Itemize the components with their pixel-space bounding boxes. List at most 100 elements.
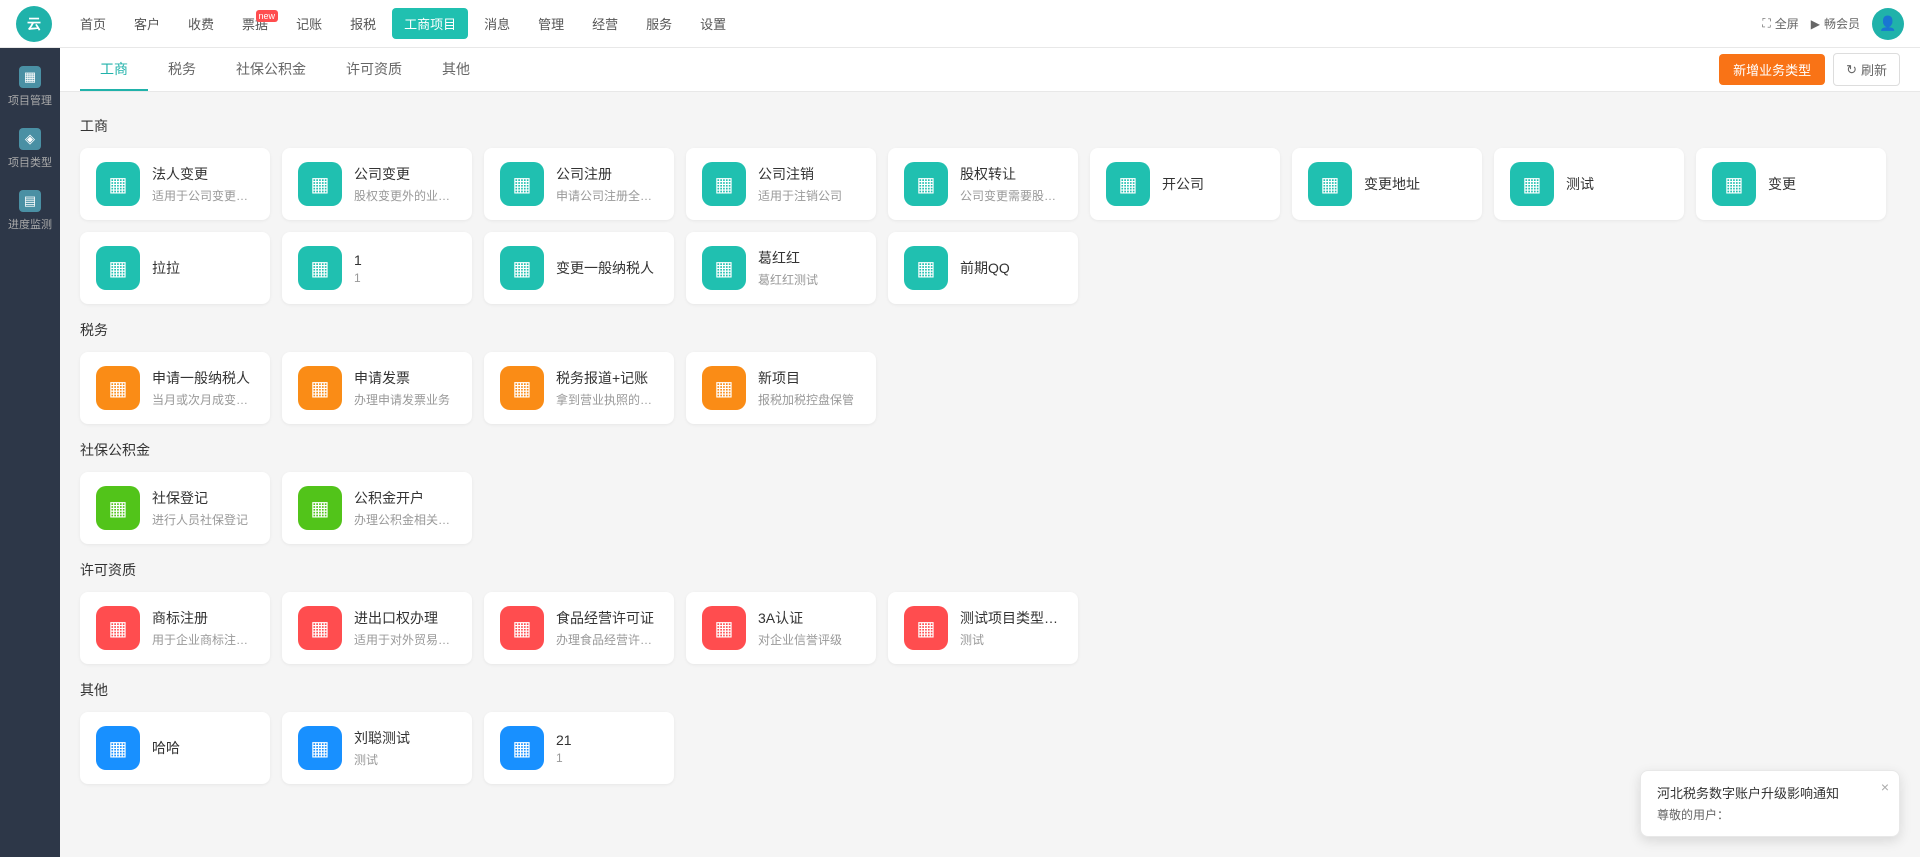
sidebar-label: 进度监测 (8, 216, 52, 232)
card-股权转让[interactable]: ▦股权转让公司变更需要股权转让 (888, 148, 1078, 220)
card-icon: ▦ (1712, 162, 1756, 206)
nav-item-经营[interactable]: 经营 (580, 8, 630, 39)
nav-item-报税[interactable]: 报税 (338, 8, 388, 39)
card-name: 变更一般纳税人 (556, 258, 658, 278)
card-葛红红[interactable]: ▦ 葛红红葛红红测试 (686, 232, 876, 304)
card-公司变更[interactable]: ▦公司变更股权变更外的业务变更 (282, 148, 472, 220)
sidebar-item-项目管理[interactable]: ▦项目管理 (0, 56, 60, 118)
card-icon: ▦ (500, 726, 544, 770)
card-desc: 对企业信誉评级 (758, 631, 860, 648)
member-btn[interactable]: ▶ 畅会员 (1811, 15, 1860, 32)
card-icon: ▦ (702, 246, 746, 290)
card-name: 测试 (1566, 174, 1668, 194)
nav-item-客户[interactable]: 客户 (122, 8, 172, 39)
tab-bar: 工商税务社保公积金许可资质其他 新增业务类型 ↻ 刷新 (60, 48, 1920, 92)
card-name: 食品经营许可证 (556, 608, 658, 628)
sidebar-label: 项目类型 (8, 154, 52, 170)
card-text: 股权转让公司变更需要股权转让 (960, 164, 1062, 204)
card-公积金开户[interactable]: ▦公积金开户办理公积金相关业务 (282, 472, 472, 544)
card-desc: 葛红红测试 (758, 271, 860, 288)
card-哈哈[interactable]: ▦哈哈 (80, 712, 270, 784)
card-申请一般纳税人[interactable]: ▦申请一般纳税人当月或次月成变更完成 (80, 352, 270, 424)
nav-badge: new (256, 10, 279, 22)
card-name: 公司注销 (758, 164, 860, 184)
card-变更一般纳税人[interactable]: ▦变更一般纳税人 (484, 232, 674, 304)
card-text: 3A认证对企业信誉评级 (758, 608, 860, 648)
tab-其他[interactable]: 其他 (422, 49, 490, 91)
card-商标注册[interactable]: ▦商标注册用于企业商标注册服务 (80, 592, 270, 664)
card-公司注销[interactable]: ▦公司注销适用于注销公司 (686, 148, 876, 220)
fullscreen-btn[interactable]: ⛶ 全屏 (1762, 15, 1798, 32)
card-开公司[interactable]: ▦开公司 (1090, 148, 1280, 220)
card-name: 税务报道+记账 (556, 368, 658, 388)
card-desc: 用于企业商标注册服务 (152, 631, 254, 648)
nav-item-票据[interactable]: 票据new (230, 8, 280, 39)
card-text: 食品经营许可证办理食品经营许可证 (556, 608, 658, 648)
card-3A认证[interactable]: ▦3A认证对企业信誉评级 (686, 592, 876, 664)
sidebar-item-项目类型[interactable]: ◈ 项目类型 (0, 118, 60, 180)
card-测试[interactable]: ▦测试 (1494, 148, 1684, 220)
user-avatar[interactable]: 👤 (1872, 8, 1904, 40)
card-21[interactable]: ▦211 (484, 712, 674, 784)
nav-item-记账[interactable]: 记账 (284, 8, 334, 39)
card-text: 申请一般纳税人当月或次月成变更完成 (152, 368, 254, 408)
sidebar-icon: ▦ (19, 66, 41, 88)
nav-item-管理[interactable]: 管理 (526, 8, 576, 39)
card-icon: ▦ (702, 162, 746, 206)
card-text: 前期QQ (960, 258, 1062, 278)
card-新项目[interactable]: ▦ 新项目报税加税控盘保管 (686, 352, 876, 424)
card-icon: ▦ (500, 606, 544, 650)
card-拉拉[interactable]: ▦拉拉 (80, 232, 270, 304)
sidebar-item-进度监测[interactable]: ▤进度监测 (0, 180, 60, 242)
card-icon: ▦ (298, 366, 342, 410)
card-前期QQ[interactable]: ▦前期QQ (888, 232, 1078, 304)
card-变更[interactable]: ▦变更 (1696, 148, 1886, 220)
logo: 云 (16, 6, 52, 42)
card-法人变更[interactable]: ▦法人变更适用于公司变更法人 (80, 148, 270, 220)
nav-item-工商项目[interactable]: 工商项目 (392, 8, 468, 39)
card-食品经营许可证[interactable]: ▦ 食品经营许可证办理食品经营许可证 (484, 592, 674, 664)
card-name: 哈哈 (152, 738, 254, 758)
card-name: 申请发票 (354, 368, 456, 388)
card-text: 变更地址 (1364, 174, 1466, 194)
card-name: 股权转让 (960, 164, 1062, 184)
card-desc: 办理申请发票业务 (354, 391, 456, 408)
card-name: 进出口权办理 (354, 608, 456, 628)
card-税务报道+记账[interactable]: ▦税务报道+记账拿到营业执照的新公司 (484, 352, 674, 424)
card-desc: 进行人员社保登记 (152, 511, 254, 528)
card-icon: ▦ (702, 366, 746, 410)
card-申请发票[interactable]: ▦ 申请发票办理申请发票业务 (282, 352, 472, 424)
card-text: 变更一般纳税人 (556, 258, 658, 278)
nav-item-收费[interactable]: 收费 (176, 8, 226, 39)
section-title-其他: 其他 (80, 680, 1900, 700)
card-社保登记[interactable]: ▦社保登记进行人员社保登记 (80, 472, 270, 544)
tab-税务[interactable]: 税务 (148, 49, 216, 91)
card-text: 法人变更适用于公司变更法人 (152, 164, 254, 204)
sidebar-icon: ◈ (19, 128, 41, 150)
card-进出口权办理[interactable]: ▦进出口权办理适用于对外贸易经营者 (282, 592, 472, 664)
card-desc: 拿到营业执照的新公司 (556, 391, 658, 408)
card-1[interactable]: ▦11 (282, 232, 472, 304)
nav-item-首页[interactable]: 首页 (68, 8, 118, 39)
nav-item-消息[interactable]: 消息 (472, 8, 522, 39)
card-测试项目类型目定义[interactable]: ▦测试项目类型目定义测试 (888, 592, 1078, 664)
new-type-button[interactable]: 新增业务类型 (1719, 54, 1825, 85)
tab-许可资质[interactable]: 许可资质 (326, 49, 422, 91)
card-icon: ▦ (298, 606, 342, 650)
nav-item-设置[interactable]: 设置 (688, 8, 738, 39)
card-icon: ▦ (1106, 162, 1150, 206)
card-text: 11 (354, 252, 456, 285)
card-name: 葛红红 (758, 248, 860, 268)
card-desc: 测试 (960, 631, 1062, 648)
card-公司注册[interactable]: ▦公司注册申请公司注册全流程 (484, 148, 674, 220)
card-变更地址[interactable]: ▦变更地址 (1292, 148, 1482, 220)
card-刘聪测试[interactable]: ▦刘聪测试测试 (282, 712, 472, 784)
card-text: 新项目报税加税控盘保管 (758, 368, 860, 408)
tab-工商[interactable]: 工商 (80, 49, 148, 91)
notification-close[interactable]: × (1881, 779, 1889, 795)
card-name: 新项目 (758, 368, 860, 388)
tab-社保公积金[interactable]: 社保公积金 (216, 49, 326, 91)
nav-item-服务[interactable]: 服务 (634, 8, 684, 39)
refresh-button[interactable]: ↻ 刷新 (1833, 53, 1900, 86)
card-name: 刘聪测试 (354, 728, 456, 748)
